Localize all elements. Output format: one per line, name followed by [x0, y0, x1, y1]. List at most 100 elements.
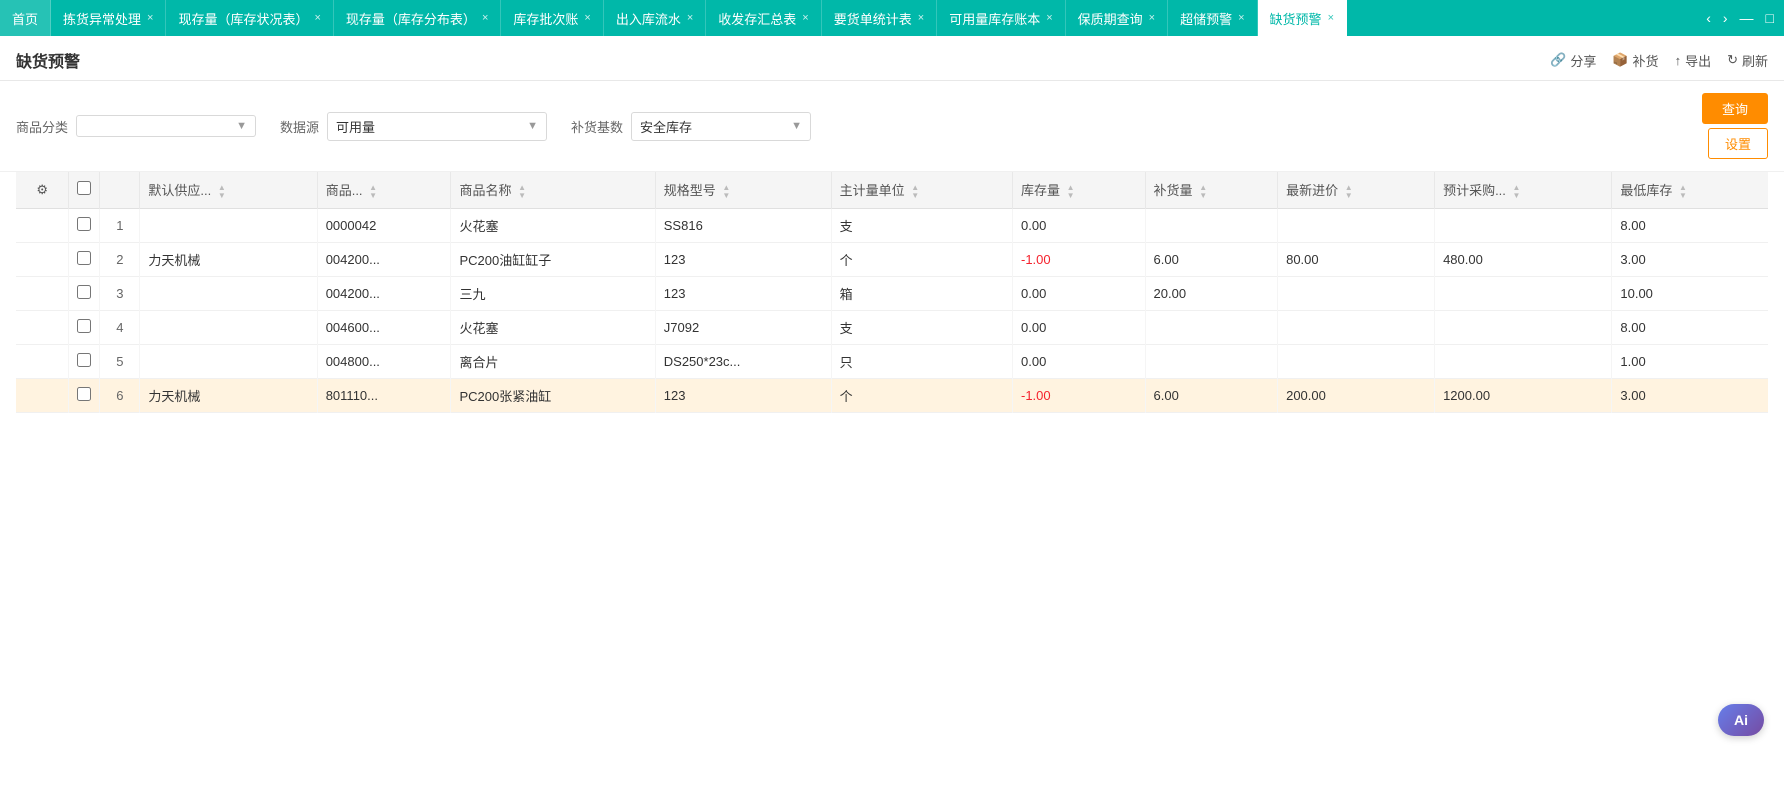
cell-min-stock-1: 3.00 [1612, 242, 1768, 276]
col-unit: 主计量单位 ▲▼ [831, 172, 1012, 208]
replenish-select-value: 安全库存 [640, 117, 783, 136]
spec-sort-icon[interactable]: ▲▼ [722, 184, 730, 200]
tab-inventory-status[interactable]: 现存量（库存状况表） × [166, 0, 333, 36]
cell-latest-price-1: 80.00 [1278, 242, 1435, 276]
cell-gear-2 [16, 276, 69, 310]
select-all-checkbox[interactable] [77, 181, 91, 195]
tab-minimize-btn[interactable]: — [1734, 0, 1760, 36]
filter-bar: 商品分类 ▼ 数据源 可用量 ▼ 补货基数 安全库存 ▼ 查询 设置 [0, 81, 1784, 172]
col-replenish: 补货量 ▲▼ [1145, 172, 1278, 208]
cell-stock-1: -1.00 [1013, 242, 1146, 276]
row-checkbox-2[interactable] [77, 285, 91, 299]
table-container: ⚙ 默认供应... ▲▼ 商品... ▲▼ [0, 172, 1784, 413]
cell-checkbox-0 [69, 208, 100, 242]
cell-unit-1: 个 [831, 242, 1012, 276]
close-tab-order-stats[interactable]: × [918, 12, 924, 24]
min-stock-sort-icon[interactable]: ▲▼ [1679, 184, 1687, 200]
stock-sort-icon[interactable]: ▲▼ [1067, 184, 1075, 200]
page-title: 缺货预警 [16, 48, 80, 72]
datasource-select[interactable]: 可用量 ▼ [327, 112, 547, 141]
ai-badge[interactable]: Ai [1718, 704, 1764, 736]
latest-price-sort-icon[interactable]: ▲▼ [1345, 184, 1353, 200]
replenish-button[interactable]: 📦 补货 [1612, 51, 1658, 70]
close-tab-shortage[interactable]: × [1328, 12, 1334, 24]
tab-inout-flow[interactable]: 出入库流水 × [604, 0, 706, 36]
cell-supplier-5: 力天机械 [140, 378, 317, 412]
cell-estimated-purchase-1: 480.00 [1435, 242, 1612, 276]
unit-sort-icon[interactable]: ▲▼ [911, 184, 919, 200]
tab-available-book[interactable]: 可用量库存账本 × [937, 0, 1065, 36]
tab-prev-btn[interactable]: ‹ [1700, 0, 1717, 36]
cell-goods-name-4: 离合片 [451, 344, 655, 378]
tab-batch-account[interactable]: 库存批次账 × [501, 0, 603, 36]
estimated-purchase-sort-icon[interactable]: ▲▼ [1513, 184, 1521, 200]
row-checkbox-1[interactable] [77, 251, 91, 265]
cell-latest-price-3 [1278, 310, 1435, 344]
cell-num-5: 6 [100, 378, 140, 412]
export-button[interactable]: ↑ 导出 [1675, 51, 1712, 70]
tab-shortage[interactable]: 缺货预警 × [1258, 0, 1347, 36]
row-checkbox-5[interactable] [77, 387, 91, 401]
row-checkbox-3[interactable] [77, 319, 91, 333]
supplier-sort-icon[interactable]: ▲▼ [218, 184, 226, 200]
tab-inventory-dist[interactable]: 现存量（库存分布表） × [334, 0, 501, 36]
datasource-select-value: 可用量 [336, 117, 519, 136]
table-row: 2 力天机械 004200... PC200油缸缸子 123 个 -1.00 6… [16, 242, 1768, 276]
goods-code-sort-icon[interactable]: ▲▼ [369, 184, 377, 200]
category-select[interactable]: ▼ [76, 115, 256, 137]
close-tab-receive-total[interactable]: × [802, 12, 808, 24]
cell-num-0: 1 [100, 208, 140, 242]
share-button[interactable]: 🔗 分享 [1550, 51, 1596, 70]
cell-num-2: 3 [100, 276, 140, 310]
tab-order-stats[interactable]: 要货单统计表 × [822, 0, 937, 36]
cell-checkbox-3 [69, 310, 100, 344]
tab-pick-abnormal[interactable]: 拣货异常处理 × [51, 0, 166, 36]
close-tab-inventory-status[interactable]: × [314, 12, 320, 24]
tab-home[interactable]: 首页 [0, 0, 51, 36]
row-checkbox-0[interactable] [77, 217, 91, 231]
refresh-button[interactable]: ↻ 刷新 [1727, 51, 1768, 70]
page-content: 缺货预警 🔗 分享 📦 补货 ↑ 导出 ↻ 刷新 商品分类 [0, 36, 1784, 796]
gear-icon[interactable]: ⚙ [36, 182, 48, 198]
cell-spec-1: 123 [655, 242, 831, 276]
close-tab-available-book[interactable]: × [1046, 12, 1052, 24]
replenish-sort-icon[interactable]: ▲▼ [1199, 184, 1207, 200]
header-actions: 🔗 分享 📦 补货 ↑ 导出 ↻ 刷新 [1550, 51, 1768, 70]
cell-spec-4: DS250*23c... [655, 344, 831, 378]
col-gear: ⚙ [16, 172, 69, 208]
settings-button[interactable]: 设置 [1708, 128, 1768, 159]
col-goods-code: 商品... ▲▼ [317, 172, 451, 208]
close-tab-pick-abnormal[interactable]: × [147, 12, 153, 24]
cell-spec-2: 123 [655, 276, 831, 310]
table-body: 1 0000042 火花塞 SS816 支 0.00 8.00 2 力天机械 0… [16, 208, 1768, 412]
col-row-num [100, 172, 140, 208]
cell-checkbox-4 [69, 344, 100, 378]
goods-name-sort-icon[interactable]: ▲▼ [518, 184, 526, 200]
tab-maximize-btn[interactable]: □ [1760, 0, 1780, 36]
row-checkbox-4[interactable] [77, 353, 91, 367]
cell-gear-5 [16, 378, 69, 412]
replenish-select[interactable]: 安全库存 ▼ [631, 112, 811, 141]
close-tab-batch-account[interactable]: × [584, 12, 590, 24]
cell-goods-code-3: 004600... [317, 310, 451, 344]
cell-goods-code-1: 004200... [317, 242, 451, 276]
cell-replenish-1: 6.00 [1145, 242, 1278, 276]
close-tab-inventory-dist[interactable]: × [482, 12, 488, 24]
tab-overstock[interactable]: 超储预警 × [1168, 0, 1257, 36]
tab-expiry[interactable]: 保质期查询 × [1066, 0, 1168, 36]
cell-spec-3: J7092 [655, 310, 831, 344]
close-tab-inout-flow[interactable]: × [687, 12, 693, 24]
close-tab-expiry[interactable]: × [1149, 12, 1155, 24]
cell-stock-0: 0.00 [1013, 208, 1146, 242]
cell-estimated-purchase-3 [1435, 310, 1612, 344]
cell-replenish-0 [1145, 208, 1278, 242]
close-tab-overstock[interactable]: × [1238, 12, 1244, 24]
col-select-all [69, 172, 100, 208]
tab-next-btn[interactable]: › [1717, 0, 1734, 36]
share-icon: 🔗 [1550, 52, 1566, 68]
tab-receive-total[interactable]: 收发存汇总表 × [706, 0, 821, 36]
cell-gear-3 [16, 310, 69, 344]
query-button[interactable]: 查询 [1702, 93, 1768, 124]
col-stock: 库存量 ▲▼ [1013, 172, 1146, 208]
cell-stock-4: 0.00 [1013, 344, 1146, 378]
